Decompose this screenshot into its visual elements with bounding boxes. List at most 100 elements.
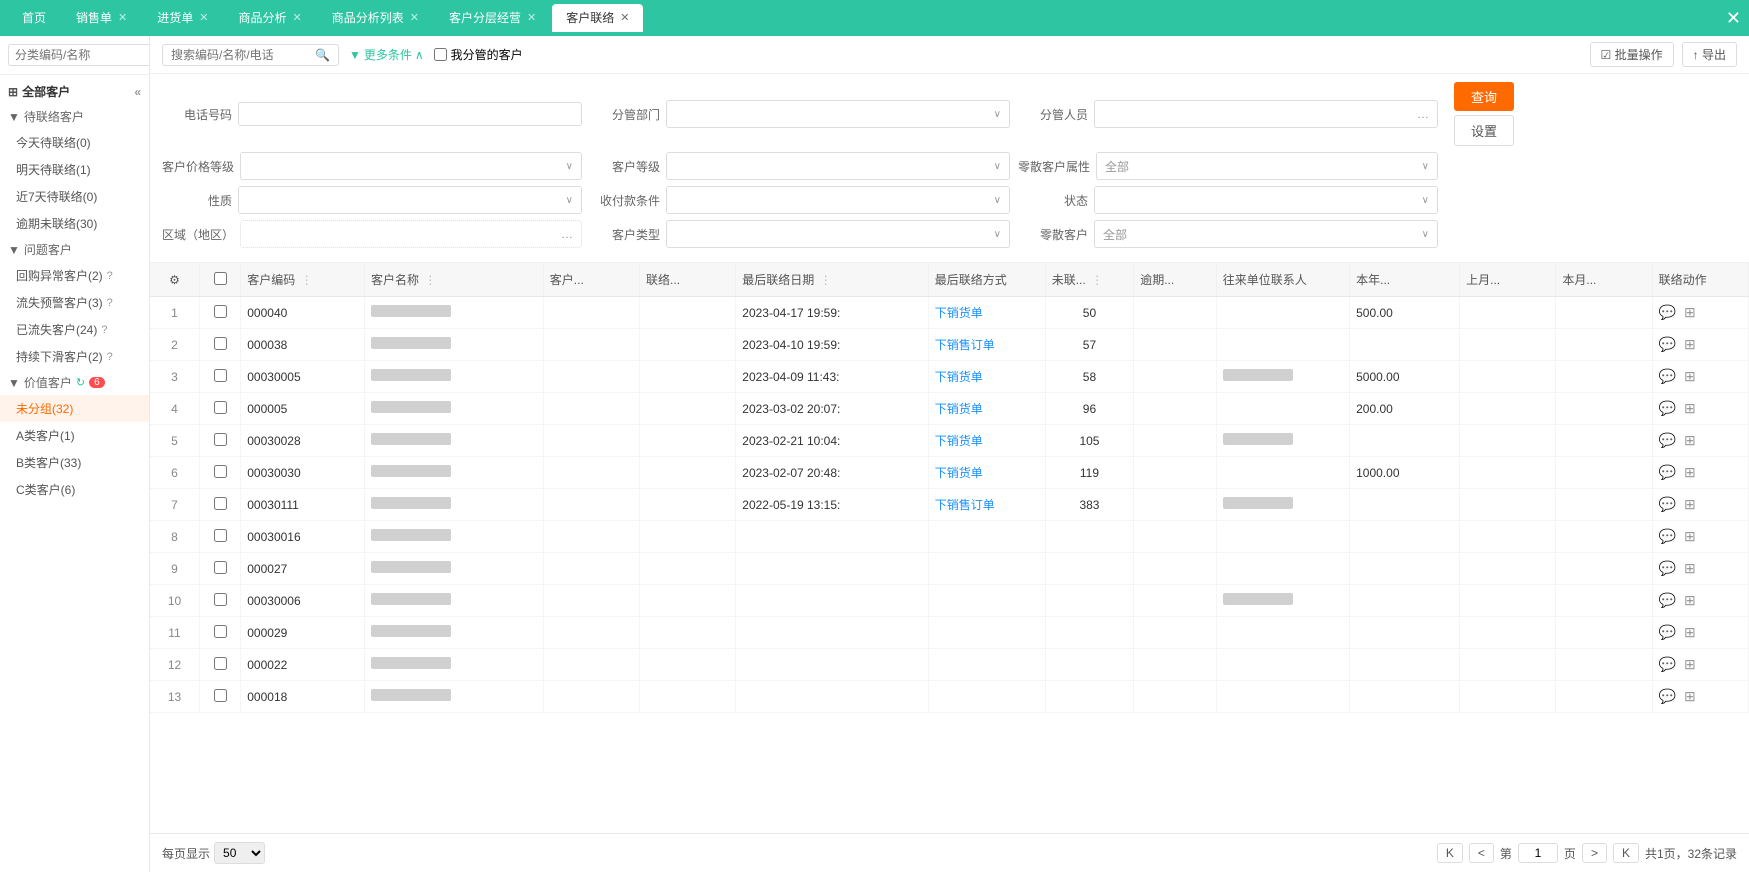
chat-icon[interactable]: 💬 — [1659, 496, 1676, 513]
person-select[interactable]: … — [1094, 100, 1438, 128]
method-link[interactable]: 下销货单 — [935, 370, 983, 384]
query-button[interactable]: 查询 — [1454, 82, 1514, 111]
grid-action-icon[interactable]: ⊞ — [1684, 496, 1696, 513]
th-method[interactable]: 最后联络方式 — [928, 263, 1045, 297]
cell-checkbox[interactable] — [200, 585, 241, 617]
page-number-input[interactable] — [1518, 843, 1558, 863]
th-contact[interactable]: 联络... — [640, 263, 736, 297]
row-checkbox[interactable] — [214, 337, 227, 350]
method-link[interactable]: 下销货单 — [935, 306, 983, 320]
sidebar-item-ungroup[interactable]: 未分组(32) — [0, 395, 149, 422]
all-customers-header[interactable]: ⊞ 全部客户 « — [0, 75, 149, 104]
grid-action-icon[interactable]: ⊞ — [1684, 400, 1696, 417]
cell-checkbox[interactable] — [200, 361, 241, 393]
sidebar-item-overdue[interactable]: 逾期未联络(30) — [0, 210, 149, 237]
nature-select[interactable]: ∨ — [238, 186, 582, 214]
cell-checkbox[interactable] — [200, 681, 241, 713]
grid-action-icon[interactable]: ⊞ — [1684, 592, 1696, 609]
grid-action-icon[interactable]: ⊞ — [1684, 464, 1696, 481]
close-icon[interactable]: ✕ — [118, 4, 127, 32]
method-link[interactable]: 下销货单 — [935, 402, 983, 416]
th-uncontact[interactable]: 未联... ⋮ — [1045, 263, 1134, 297]
chat-icon[interactable]: 💬 — [1659, 688, 1676, 705]
select-all-checkbox[interactable] — [214, 272, 227, 285]
row-checkbox[interactable] — [214, 529, 227, 542]
th-name[interactable]: 客户名称 ⋮ — [365, 263, 544, 297]
cell-checkbox[interactable] — [200, 297, 241, 329]
grid-action-icon[interactable]: ⊞ — [1684, 688, 1696, 705]
sidebar-search-input[interactable] — [8, 44, 150, 66]
chat-icon[interactable]: 💬 — [1659, 592, 1676, 609]
retail-attr-select[interactable]: 全部 ∨ — [1096, 152, 1438, 180]
more-conditions-btn[interactable]: ▼ 更多条件 ∧ — [349, 46, 424, 63]
th-settings[interactable]: ⚙ — [150, 263, 200, 297]
cell-checkbox[interactable] — [200, 425, 241, 457]
status-select[interactable]: ∨ — [1094, 186, 1438, 214]
tab-customer-layer[interactable]: 客户分层经营 ✕ — [435, 4, 550, 32]
grid-action-icon[interactable]: ⊞ — [1684, 624, 1696, 641]
sidebar-item-tomorrow[interactable]: 明天待联络(1) — [0, 156, 149, 183]
sidebar-item-classC[interactable]: C类客户(6) — [0, 476, 149, 503]
chat-icon[interactable]: 💬 — [1659, 304, 1676, 321]
per-page-select[interactable]: 50 100 200 — [214, 842, 265, 864]
export-button[interactable]: ↑ 导出 — [1682, 42, 1737, 67]
sidebar-item-declining[interactable]: 持续下滑客户(2) ? — [0, 343, 149, 370]
close-icon[interactable]: ✕ — [527, 4, 536, 32]
sidebar-item-warning[interactable]: 流失预警客户(3) ? — [0, 289, 149, 316]
settings-icon[interactable]: ⚙ — [169, 273, 180, 287]
row-checkbox[interactable] — [214, 497, 227, 510]
reset-button[interactable]: 设置 — [1454, 115, 1514, 146]
dept-select[interactable]: ∨ — [666, 100, 1010, 128]
tab-purchase-order[interactable]: 进货单 ✕ — [143, 4, 222, 32]
cell-checkbox[interactable] — [200, 393, 241, 425]
cell-checkbox[interactable] — [200, 521, 241, 553]
cell-checkbox[interactable] — [200, 489, 241, 521]
grid-action-icon[interactable]: ⊞ — [1684, 560, 1696, 577]
phone-input[interactable] — [238, 102, 582, 126]
close-window-icon[interactable]: ✕ — [1726, 8, 1741, 29]
region-select[interactable]: … — [240, 220, 582, 248]
retail-customer-select[interactable]: 全部 ∨ — [1094, 220, 1438, 248]
payment-select[interactable]: ∨ — [666, 186, 1010, 214]
row-checkbox[interactable] — [214, 593, 227, 606]
sidebar-item-abnormal[interactable]: 回购异常客户(2) ? — [0, 262, 149, 289]
row-checkbox[interactable] — [214, 401, 227, 414]
chat-icon[interactable]: 💬 — [1659, 464, 1676, 481]
my-customers-check[interactable] — [434, 48, 447, 61]
sidebar-item-lost[interactable]: 已流失客户(24) ? — [0, 316, 149, 343]
chat-icon[interactable]: 💬 — [1659, 400, 1676, 417]
close-icon[interactable]: ✕ — [199, 4, 208, 32]
chat-icon[interactable]: 💬 — [1659, 624, 1676, 641]
row-checkbox[interactable] — [214, 369, 227, 382]
sidebar-item-today[interactable]: 今天待联络(0) — [0, 129, 149, 156]
prev-page-button[interactable]: < — [1469, 843, 1494, 863]
chat-icon[interactable]: 💬 — [1659, 336, 1676, 353]
tab-home[interactable]: 首页 — [8, 4, 60, 32]
refresh-icon[interactable]: ↻ — [76, 376, 85, 389]
row-checkbox[interactable] — [214, 657, 227, 670]
my-customers-checkbox[interactable]: 我分管的客户 — [434, 46, 523, 63]
th-unit[interactable]: 往来单位联系人 — [1216, 263, 1349, 297]
grid-action-icon[interactable]: ⊞ — [1684, 368, 1696, 385]
customer-type-select[interactable]: ∨ — [666, 220, 1010, 248]
close-icon[interactable]: ✕ — [410, 4, 419, 32]
row-checkbox[interactable] — [214, 625, 227, 638]
cell-checkbox[interactable] — [200, 617, 241, 649]
method-link[interactable]: 下销售订单 — [935, 498, 995, 512]
chat-icon[interactable]: 💬 — [1659, 560, 1676, 577]
chat-icon[interactable]: 💬 — [1659, 432, 1676, 449]
cell-checkbox[interactable] — [200, 649, 241, 681]
grid-action-icon[interactable]: ⊞ — [1684, 528, 1696, 545]
cell-checkbox[interactable] — [200, 553, 241, 585]
grid-action-icon[interactable]: ⊞ — [1684, 304, 1696, 321]
batch-ops-button[interactable]: ☑ 批量操作 — [1590, 42, 1674, 67]
th-code[interactable]: 客户编码 ⋮ — [241, 263, 365, 297]
chat-icon[interactable]: 💬 — [1659, 368, 1676, 385]
sidebar-item-classA[interactable]: A类客户(1) — [0, 422, 149, 449]
chat-icon[interactable]: 💬 — [1659, 528, 1676, 545]
row-checkbox[interactable] — [214, 689, 227, 702]
sidebar-item-7days[interactable]: 近7天待联络(0) — [0, 183, 149, 210]
th-overdue[interactable]: 逾期... — [1134, 263, 1217, 297]
collapse-icon[interactable]: « — [134, 85, 141, 99]
first-page-button[interactable]: K — [1437, 843, 1463, 863]
